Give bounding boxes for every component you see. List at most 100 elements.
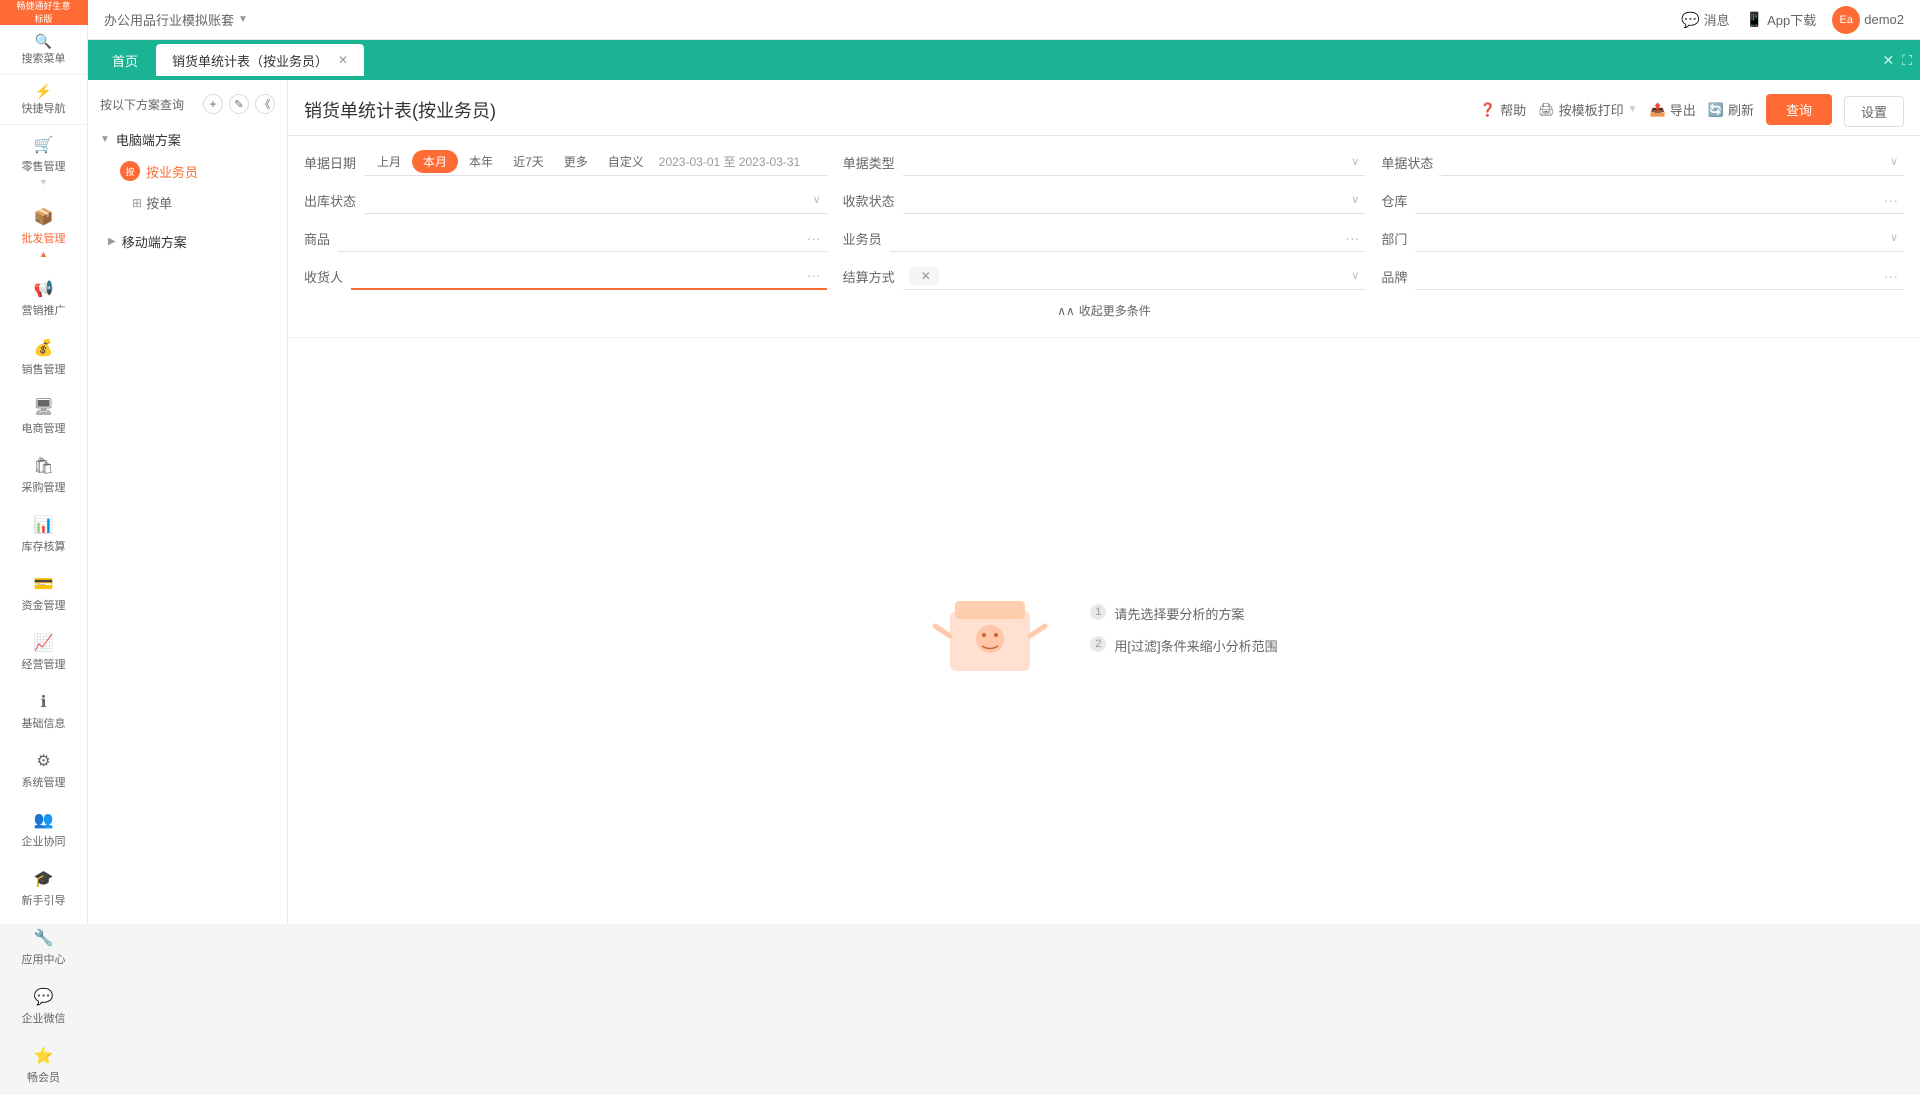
sidebar-item-enterprise[interactable]: 👥 企业协同 [0,800,88,859]
last7-btn[interactable]: 近7天 [504,150,553,173]
settings-button[interactable]: 设置 [1844,96,1904,127]
sidebar-item-sales[interactable]: 💰 销售管理 [0,328,88,387]
date-label: 单据日期 [304,153,356,172]
sidebar-item-ecommerce[interactable]: 🖥 电商管理 [0,387,88,446]
doc-type-label: 单据类型 [843,153,895,172]
department-label: 部门 [1381,229,1407,248]
query-button[interactable]: 查询 [1766,94,1832,125]
scheme-item-by-staff[interactable]: 按 按业务员 [88,155,287,187]
print-icon: 🖨 [1538,102,1555,118]
collapse-filters-btn[interactable]: ∧∧ 收起更多条件 [304,296,1904,325]
out-status-label: 出库状态 [304,191,356,210]
edit-scheme-btn[interactable]: ✎ [229,94,249,114]
hint-item-1: 1 请先选择要分析的方案 [1090,602,1277,628]
sidebar-item-purchase[interactable]: 🛍 采购管理 [0,446,88,505]
app-logo: 畅捷通好生意 标版 [0,0,88,25]
goods-select[interactable]: ··· [338,224,827,252]
sidebar-item-wholesale[interactable]: 📦 批发管理 ▲ [0,197,88,269]
tab-sales-stat[interactable]: 销货单统计表（按业务员） ✕ [156,44,364,76]
sidebar-item-system[interactable]: ⚙ 系统管理 [0,741,88,800]
empty-hint: 1 请先选择要分析的方案 2 用[过滤]条件来缩小分析范围 [1090,602,1277,660]
user-avatar: Ea [1832,6,1860,34]
goods-label: 商品 [304,229,330,248]
cur-year-btn[interactable]: 本年 [460,150,502,173]
tab-close-icon[interactable]: ✕ [338,53,348,67]
refresh-icon: 🔄 [1708,102,1724,118]
pay-status-arrow-icon: ∨ [1351,193,1359,206]
export-icon: 📤 [1650,102,1666,118]
sidebar-item-inventory[interactable]: 📊 库存核算 [0,505,88,564]
tab-window-controls: ✕ ⛶ [1874,52,1912,69]
brand-select[interactable]: ··· [1415,262,1904,290]
sidebar-item-wechat[interactable]: 💬 企业微信 [0,977,88,1036]
refresh-btn[interactable]: 🔄 刷新 [1708,100,1754,119]
page-actions: ❓ 帮助 🖨 按模板打印 ▼ 📤 导出 🔄 刷新 [1480,92,1904,127]
sidebar-item-marketing[interactable]: 📢 营销推广 [0,269,88,328]
help-btn[interactable]: ❓ 帮助 [1480,100,1526,119]
collapse-up-icon: ∧∧ [1057,304,1075,318]
doc-status-label: 单据状态 [1381,153,1433,172]
settlement-arrow-icon: ∨ [1351,269,1359,282]
user-menu[interactable]: Ea demo2 [1832,6,1904,34]
date-filter-wrap: 上月 本月 本年 近7天 更多 自定义 2023-03-01 至 2023-03… [364,148,827,176]
receiver-dots-icon: ··· [807,267,821,283]
sidebar-item-retail[interactable]: 🛒 零售管理 ▼ [0,125,88,197]
sidebar-item-newguide[interactable]: 🎓 新手引导 [0,859,88,918]
account-dropdown[interactable]: 办公用品行业模拟账套 ▼ [104,10,248,29]
pay-status-label: 收款状态 [843,191,895,210]
doc-type-select[interactable]: ∨ [903,148,1366,176]
add-scheme-btn[interactable]: + [203,94,223,114]
logo-text: 畅捷通好生意 标版 [16,0,70,25]
doc-status-arrow-icon: ∨ [1890,155,1898,168]
download-icon: 📱 [1746,11,1763,28]
sidebar-item-appcenter[interactable]: 🔧 应用中心 [0,918,88,977]
settlement-select[interactable]: ✕ ∨ [903,262,1366,290]
empty-state: 1 请先选择要分析的方案 2 用[过滤]条件来缩小分析范围 [288,338,1920,924]
out-status-select[interactable]: ∨ [364,186,827,214]
content-area: 按以下方案查询 + ✎ 《 ▼ 电脑端方案 按 按业务员 ⊞ [88,80,1920,924]
doc-status-select[interactable]: ∨ [1441,148,1904,176]
pc-scheme-group-header[interactable]: ▼ 电脑端方案 [88,124,287,155]
main-area: 办公用品行业模拟账套 ▼ 💬 消息 📱 App下载 Ea demo2 首页 [88,0,1920,924]
message-btn[interactable]: 💬 消息 [1681,10,1730,29]
sidebar-item-member[interactable]: ⭐ 畅会员 [0,1036,88,1095]
prev-month-btn[interactable]: 上月 [368,150,410,173]
more-btn[interactable]: 更多 [555,150,597,173]
top-header: 办公用品行业模拟账套 ▼ 💬 消息 📱 App下载 Ea demo2 [88,0,1920,40]
sidebar-item-operation[interactable]: 📈 经营管理 [0,623,88,682]
settlement-tag-remove[interactable]: ✕ [921,269,931,283]
staff-select[interactable]: ··· [890,224,1366,252]
message-icon: 💬 [1681,11,1700,29]
empty-box-svg [930,581,1050,681]
warehouse-select[interactable]: ··· [1415,186,1904,214]
cur-month-btn[interactable]: 本月 [412,150,458,173]
sidebar-quick-nav[interactable]: ⚡ 快捷导航 [0,75,88,125]
hint-item-2: 2 用[过滤]条件来缩小分析范围 [1090,634,1277,660]
scheme-icon: 按 [120,161,140,181]
receiver-input[interactable]: ··· [351,262,827,290]
tab-home[interactable]: 首页 [96,44,154,76]
receiver-label: 收货人 [304,267,343,286]
sidebar-search[interactable]: 🔍 搜索菜单 [0,25,88,75]
mobile-scheme-group-header[interactable]: ▶ 移动端方案 [88,226,287,257]
app-download-btn[interactable]: 📱 App下载 [1746,10,1817,29]
department-arrow-icon: ∨ [1890,231,1898,244]
sidebar-item-finance[interactable]: 💳 资金管理 [0,564,88,623]
print-arrow-icon: ▼ [1628,104,1638,115]
print-btn[interactable]: 🖨 按模板打印 ▼ [1538,100,1637,119]
department-select[interactable]: ∨ [1415,224,1904,252]
scheme-item-by-order[interactable]: ⊞ 按单 [88,187,287,218]
custom-btn[interactable]: 自定义 [599,150,653,173]
brand-dots-icon: ··· [1884,268,1898,284]
staff-dots-icon: ··· [1345,230,1359,246]
left-panel: 按以下方案查询 + ✎ 《 ▼ 电脑端方案 按 按业务员 ⊞ [88,80,288,924]
warehouse-label: 仓库 [1381,191,1407,210]
collapse-panel-btn[interactable]: 《 [255,94,275,114]
export-btn[interactable]: 📤 导出 [1650,100,1696,119]
close-window-icon[interactable]: ✕ [1882,52,1894,69]
maximize-window-icon[interactable]: ⛶ [1902,52,1912,69]
pay-status-select[interactable]: ∨ [903,186,1366,214]
filter-area: 单据日期 上月 本月 本年 近7天 更多 自定义 2023-03-01 至 20… [288,136,1920,338]
tab-bar: 首页 销货单统计表（按业务员） ✕ ✕ ⛶ [88,40,1920,80]
sidebar-item-basic[interactable]: ℹ 基础信息 [0,682,88,741]
